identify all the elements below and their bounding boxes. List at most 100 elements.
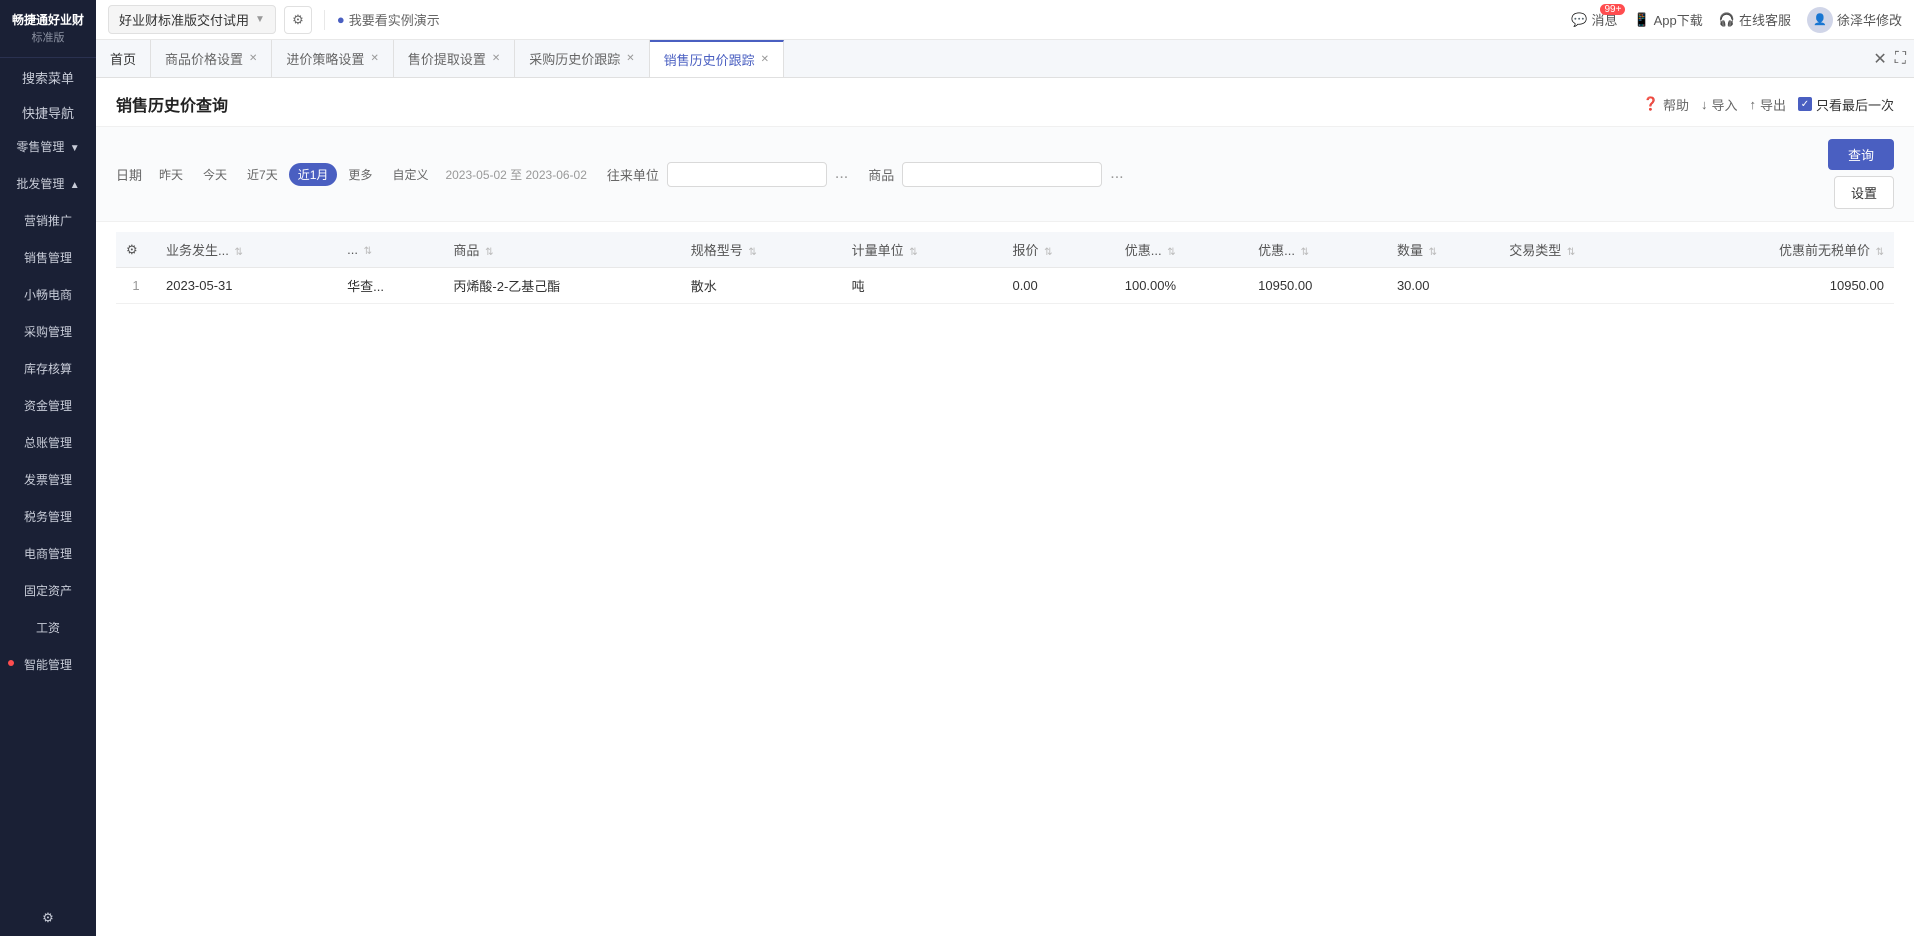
cell-quantity: 30.00: [1387, 268, 1499, 304]
sidebar-item-label-general-ledger: 总账管理: [4, 434, 92, 451]
col-price[interactable]: 报价 ⇅: [1002, 232, 1114, 268]
sidebar-item-wholesale[interactable]: 批发管理 ▲: [0, 165, 96, 202]
tab-expand-button[interactable]: ⛶: [1895, 50, 1906, 68]
message-button[interactable]: 💬 消息 99+: [1571, 10, 1617, 29]
page-header: 销售历史价查询 ❓ 帮助 ↓ 导入 ↑ 导出 ✓ 只看最后一次: [96, 78, 1914, 127]
date-btn-today[interactable]: 今天: [194, 163, 236, 186]
demo-link[interactable]: ● 我要看实例演示: [337, 10, 440, 29]
cell-product: 丙烯酸-2-乙基己酯: [443, 268, 680, 304]
col-unit[interactable]: 计量单位 ⇅: [842, 232, 1003, 268]
topbar-divider: [324, 10, 325, 30]
sort-icon: ⇅: [1044, 247, 1052, 258]
col-settings[interactable]: ⚙: [116, 232, 156, 268]
online-service-button[interactable]: 🎧 在线客服: [1719, 10, 1791, 29]
sidebar-item-general-ledger[interactable]: 总账管理: [0, 424, 96, 461]
tabbar-controls: ✕ ⛶: [1865, 40, 1914, 77]
sidebar-item-marketing[interactable]: 营销推广: [0, 202, 96, 239]
col-business-date[interactable]: 业务发生... ⇅: [156, 232, 337, 268]
sidebar-item-quick-nav[interactable]: 快捷导航: [0, 97, 96, 128]
import-label: 导入: [1711, 95, 1737, 114]
tab-purchase-strategy[interactable]: 进价策略设置 ✕: [272, 40, 393, 77]
date-btn-7days[interactable]: 近7天: [238, 163, 287, 186]
col-product[interactable]: 商品 ⇅: [443, 232, 680, 268]
sort-icon: ⇅: [1876, 247, 1884, 258]
source-unit-label: 往来单位: [607, 165, 659, 184]
col-trans-type-label: 交易类型: [1509, 243, 1561, 258]
headset-icon: 🎧: [1719, 12, 1735, 28]
col-quantity[interactable]: 数量 ⇅: [1387, 232, 1499, 268]
sidebar-item-salary[interactable]: 工资: [0, 609, 96, 646]
product-input[interactable]: [902, 162, 1102, 187]
col-discount2[interactable]: 优惠... ⇅: [1248, 232, 1387, 268]
date-filter-group: 日期 昨天 今天 近7天 近1月 更多 自定义 2023-05-02 至 202…: [116, 163, 587, 186]
sidebar-item-label-ecommerce: 电商管理: [4, 545, 92, 562]
sidebar-item-invoice[interactable]: 发票管理: [0, 461, 96, 498]
tab-product-price[interactable]: 商品价格设置 ✕: [151, 40, 272, 77]
tab-price-extract[interactable]: 售价提取设置 ✕: [394, 40, 515, 77]
date-btn-custom[interactable]: 自定义: [383, 163, 437, 186]
export-link[interactable]: ↑ 导出: [1749, 95, 1786, 114]
topbar-settings-button[interactable]: ⚙: [284, 6, 312, 34]
sidebar-item-retail[interactable]: 零售管理 ▼: [0, 128, 96, 165]
tab-home[interactable]: 首页: [96, 40, 151, 77]
cell-business-date: 2023-05-31: [156, 268, 337, 304]
date-btn-1month[interactable]: 近1月: [289, 163, 338, 186]
col-discount1[interactable]: 优惠... ⇅: [1115, 232, 1248, 268]
sidebar-item-search[interactable]: 搜索菜单: [0, 58, 96, 97]
sidebar-item-inventory[interactable]: 库存核算: [0, 350, 96, 387]
table-container: ⚙ 业务发生... ⇅ ... ⇅ 商品 ⇅: [96, 222, 1914, 936]
tab-sales-history[interactable]: 销售历史价跟踪 ✕: [650, 40, 784, 77]
sidebar-item-finance[interactable]: 资金管理: [0, 387, 96, 424]
col-trans-type[interactable]: 交易类型 ⇅: [1499, 232, 1660, 268]
page-title: 销售历史价查询: [116, 92, 228, 116]
gear-icon: ⚙: [126, 242, 138, 257]
sidebar: 畅捷通好业财 标准版 搜索菜单 快捷导航 零售管理 ▼ 批发管理 ▲ 营销推广 …: [0, 0, 96, 936]
tab-sales-history-close[interactable]: ✕: [761, 54, 769, 65]
sidebar-item-ecommerce[interactable]: 电商管理: [0, 535, 96, 572]
sidebar-item-fixed-assets[interactable]: 固定资产: [0, 572, 96, 609]
product-filter-group: 商品 ...: [868, 162, 1123, 187]
col-pretax-price-label: 优惠前无税单价: [1779, 243, 1870, 258]
date-btn-more[interactable]: 更多: [339, 163, 381, 186]
only-last-checkbox[interactable]: ✓: [1798, 97, 1812, 111]
cell-trans-type: [1499, 268, 1660, 304]
tab-product-price-close[interactable]: ✕: [249, 53, 257, 64]
col-spec-label: 规格型号: [691, 243, 743, 258]
tab-purchase-history-close[interactable]: ✕: [626, 53, 634, 64]
sort-icon: ⇅: [1167, 247, 1175, 258]
source-unit-input[interactable]: [667, 162, 827, 187]
import-link[interactable]: ↓ 导入: [1701, 95, 1738, 114]
sidebar-item-label-marketing: 营销推广: [4, 212, 92, 229]
app-selector[interactable]: 好业财标准版交付试用 ▼: [108, 5, 276, 34]
filter-settings-button[interactable]: 设置: [1834, 176, 1894, 209]
source-unit-dots[interactable]: ...: [835, 165, 848, 183]
date-btn-yesterday[interactable]: 昨天: [150, 163, 192, 186]
avatar: 👤: [1807, 7, 1833, 33]
tab-purchase-history[interactable]: 采购历史价跟踪 ✕: [515, 40, 649, 77]
user-menu[interactable]: 👤 徐泽华修改: [1807, 7, 1902, 33]
data-table: ⚙ 业务发生... ⇅ ... ⇅ 商品 ⇅: [116, 232, 1894, 304]
help-link[interactable]: ❓ 帮助: [1643, 95, 1689, 114]
tab-price-extract-close[interactable]: ✕: [492, 53, 500, 64]
tab-purchase-strategy-close[interactable]: ✕: [370, 53, 378, 64]
product-dots[interactable]: ...: [1110, 165, 1123, 183]
query-button[interactable]: 查询: [1828, 139, 1894, 170]
sidebar-item-label-sales: 销售管理: [4, 249, 92, 266]
sidebar-bottom-settings[interactable]: ⚙: [0, 900, 96, 936]
app-download-button[interactable]: 📱 App下载: [1633, 10, 1702, 29]
chevron-down-icon: ▼: [255, 14, 265, 25]
app-selector-label: 好业财标准版交付试用: [119, 10, 249, 29]
only-last-checkbox-label[interactable]: ✓ 只看最后一次: [1798, 95, 1894, 114]
sidebar-item-purchase[interactable]: 采购管理: [0, 313, 96, 350]
col-spec[interactable]: 规格型号 ⇅: [681, 232, 842, 268]
col-extra[interactable]: ... ⇅: [337, 232, 443, 268]
sidebar-item-sales[interactable]: 销售管理: [0, 239, 96, 276]
sort-icon: ⇅: [1429, 247, 1437, 258]
notification-dot: [8, 660, 14, 666]
tab-close-button[interactable]: ✕: [1873, 49, 1886, 69]
col-pretax-price[interactable]: 优惠前无税单价 ⇅: [1660, 232, 1894, 268]
sidebar-item-smart[interactable]: 智能管理: [0, 646, 96, 683]
sidebar-item-ecommerce-xiao[interactable]: 小畅电商: [0, 276, 96, 313]
tabbar: 首页 商品价格设置 ✕ 进价策略设置 ✕ 售价提取设置 ✕ 采购历史价跟踪 ✕ …: [96, 40, 1914, 78]
sidebar-item-tax[interactable]: 税务管理: [0, 498, 96, 535]
